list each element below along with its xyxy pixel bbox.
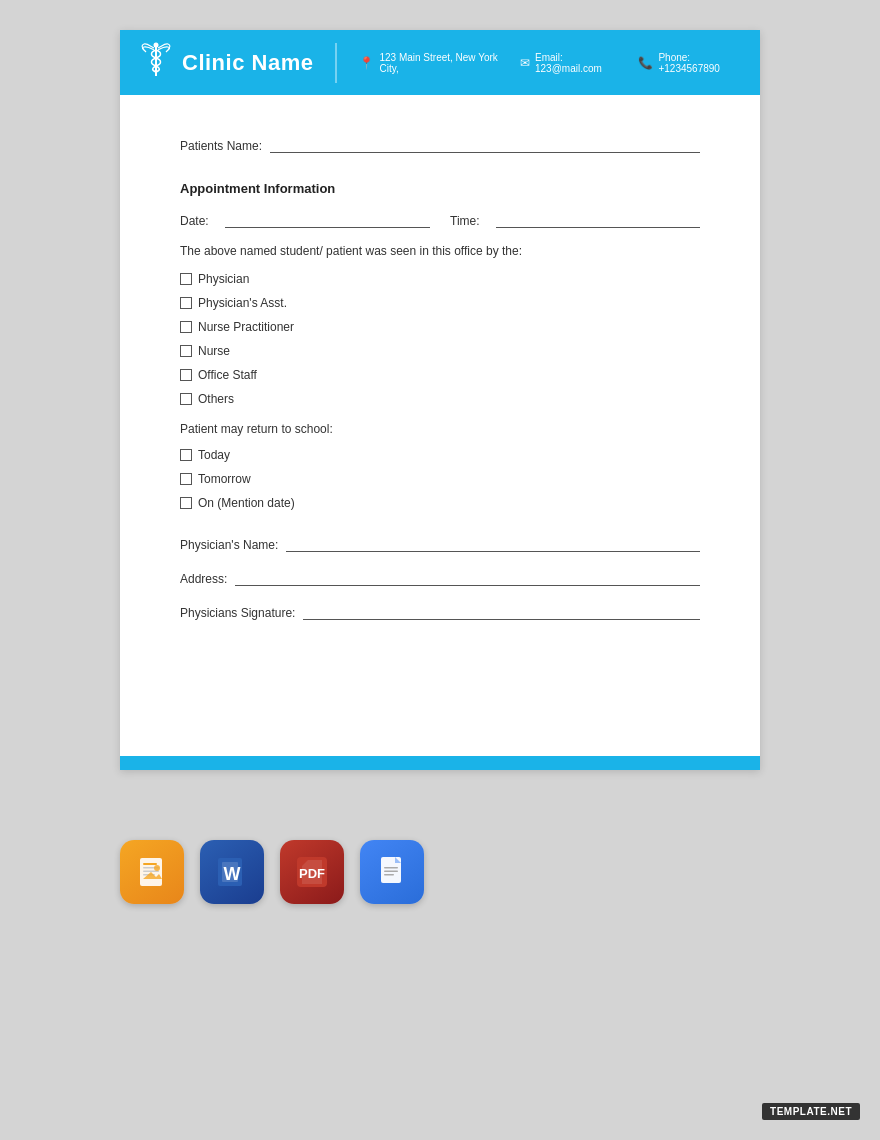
- checkbox-tomorrow-label: Tomorrow: [198, 472, 251, 486]
- svg-rect-15: [384, 871, 398, 873]
- checkbox-nurse: Nurse: [180, 344, 700, 358]
- checkbox-physician-asst-label: Physician's Asst.: [198, 296, 287, 310]
- header-divider: [335, 43, 337, 83]
- patient-name-row: Patients Name:: [180, 135, 700, 153]
- phone-icon: 📞: [638, 56, 653, 70]
- checkbox-nurse-practitioner: Nurse Practitioner: [180, 320, 700, 334]
- bottom-spacer: [180, 636, 700, 716]
- address-text: 123 Main Street, New York City,: [379, 52, 500, 74]
- location-icon: 📍: [359, 56, 374, 70]
- physician-name-line[interactable]: [286, 534, 700, 552]
- checkbox-today: Today: [180, 448, 700, 462]
- email-contact: ✉ Email: 123@mail.com: [520, 52, 618, 74]
- address-contact: 📍 123 Main Street, New York City,: [359, 52, 500, 74]
- document-header: Clinic Name 📍 123 Main Street, New York …: [120, 30, 760, 95]
- date-label: Date:: [180, 214, 209, 228]
- document-card: Clinic Name 📍 123 Main Street, New York …: [120, 30, 760, 770]
- seen-by-text: The above named student/ patient was see…: [180, 244, 700, 258]
- checkbox-others-label: Others: [198, 392, 234, 406]
- checkbox-on-date-box[interactable]: [180, 497, 192, 509]
- header-contact: 📍 123 Main Street, New York City, ✉ Emai…: [359, 52, 740, 74]
- word-app-icon[interactable]: W: [200, 840, 264, 904]
- checkbox-tomorrow: Tomorrow: [180, 472, 700, 486]
- patient-name-label: Patients Name:: [180, 139, 262, 153]
- logo-area: Clinic Name: [140, 42, 313, 83]
- checkbox-physician-label: Physician: [198, 272, 249, 286]
- checkbox-nurse-label: Nurse: [198, 344, 230, 358]
- checkbox-nurse-practitioner-box[interactable]: [180, 321, 192, 333]
- checkbox-others: Others: [180, 392, 700, 406]
- date-line[interactable]: [225, 210, 430, 228]
- checkbox-today-label: Today: [198, 448, 230, 462]
- checkbox-office-staff: Office Staff: [180, 368, 700, 382]
- document-footer: [120, 756, 760, 770]
- time-line[interactable]: [496, 210, 700, 228]
- svg-rect-14: [384, 867, 398, 869]
- checkbox-physician-asst-box[interactable]: [180, 297, 192, 309]
- time-group: Time:: [450, 210, 700, 228]
- seen-by-checkboxes: Physician Physician's Asst. Nurse Practi…: [180, 272, 700, 406]
- appointment-section-title: Appointment Information: [180, 181, 700, 196]
- physician-name-row: Physician's Name:: [180, 534, 700, 552]
- return-label: Patient may return to school:: [180, 422, 700, 436]
- checkbox-physician-box[interactable]: [180, 273, 192, 285]
- svg-rect-3: [143, 863, 157, 865]
- checkbox-on-date: On (Mention date): [180, 496, 700, 510]
- phone-contact: 📞 Phone: +1234567890: [638, 52, 740, 74]
- svg-rect-16: [384, 874, 394, 876]
- checkbox-nurse-box[interactable]: [180, 345, 192, 357]
- watermark: TEMPLATE.NET: [762, 1103, 860, 1120]
- checkbox-tomorrow-box[interactable]: [180, 473, 192, 485]
- svg-point-1: [154, 43, 159, 48]
- checkbox-office-staff-label: Office Staff: [198, 368, 257, 382]
- svg-point-7: [154, 865, 160, 871]
- phone-text: Phone: +1234567890: [658, 52, 740, 74]
- signature-label: Physicians Signature:: [180, 606, 295, 620]
- time-label: Time:: [450, 214, 480, 228]
- checkbox-on-date-label: On (Mention date): [198, 496, 295, 510]
- email-icon: ✉: [520, 56, 530, 70]
- document-body: Patients Name: Appointment Information D…: [120, 95, 760, 756]
- checkbox-others-box[interactable]: [180, 393, 192, 405]
- clinic-name: Clinic Name: [182, 50, 313, 76]
- date-time-row: Date: Time:: [180, 210, 700, 228]
- caduceus-icon: [140, 42, 172, 83]
- patient-name-line[interactable]: [270, 135, 700, 153]
- docs-app-icon[interactable]: [360, 840, 424, 904]
- checkbox-physician-asst: Physician's Asst.: [180, 296, 700, 310]
- checkbox-office-staff-box[interactable]: [180, 369, 192, 381]
- signature-line[interactable]: [303, 602, 700, 620]
- address-label: Address:: [180, 572, 227, 586]
- app-icons-section: W PDF: [0, 810, 880, 924]
- svg-text:W: W: [224, 864, 241, 884]
- pdf-app-icon[interactable]: PDF: [280, 840, 344, 904]
- physician-name-label: Physician's Name:: [180, 538, 278, 552]
- checkbox-physician: Physician: [180, 272, 700, 286]
- checkbox-today-box[interactable]: [180, 449, 192, 461]
- pages-app-icon[interactable]: [120, 840, 184, 904]
- signature-section: Physician's Name: Address: Physicians Si…: [180, 534, 700, 620]
- email-text: Email: 123@mail.com: [535, 52, 618, 74]
- signature-row: Physicians Signature:: [180, 602, 700, 620]
- return-checkboxes: Today Tomorrow On (Mention date): [180, 448, 700, 510]
- address-row: Address:: [180, 568, 700, 586]
- date-group: Date:: [180, 210, 430, 228]
- checkbox-nurse-practitioner-label: Nurse Practitioner: [198, 320, 294, 334]
- address-line[interactable]: [235, 568, 700, 586]
